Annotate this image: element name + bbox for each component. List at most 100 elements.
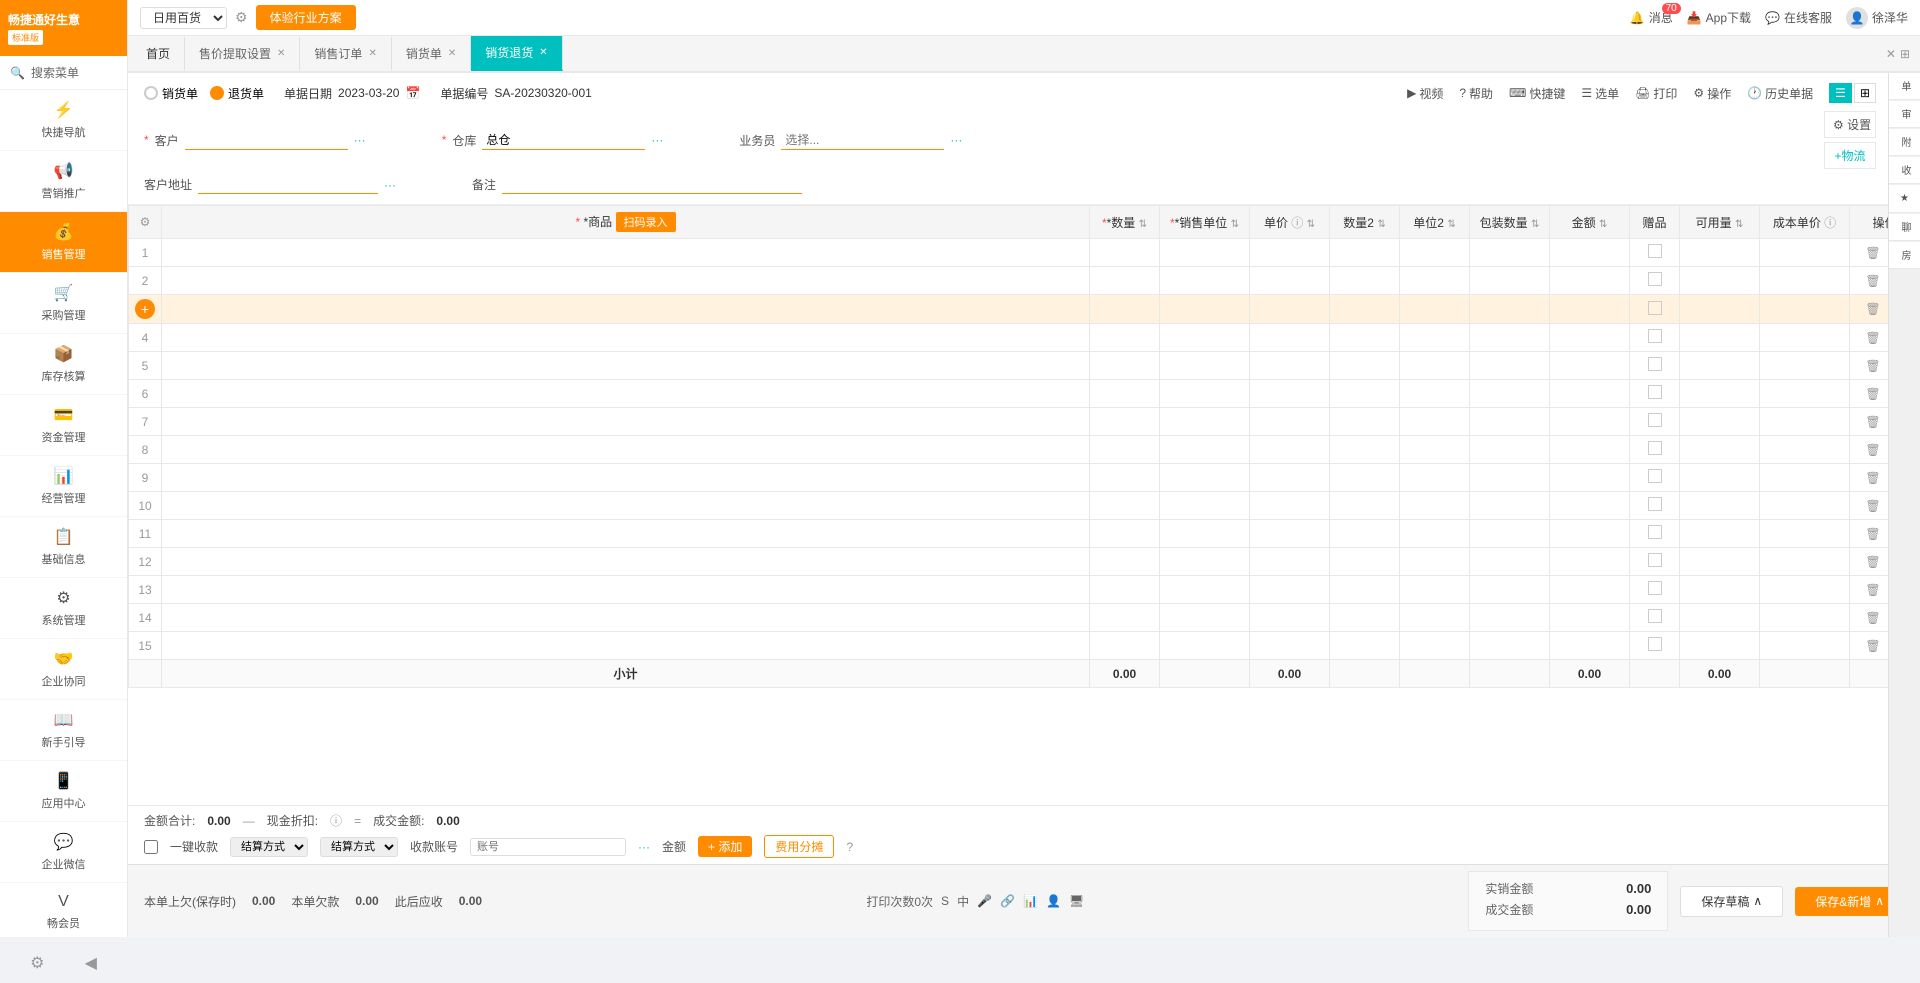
sidebar-item-sales[interactable]: 💰 销售管理 xyxy=(0,212,127,273)
gift-checkbox-12[interactable] xyxy=(1648,553,1662,567)
sidebar-item-enterprise[interactable]: 🤝 企业协同 xyxy=(0,639,127,700)
gift-checkbox-10[interactable] xyxy=(1648,497,1662,511)
quantity-sort-icon[interactable]: ⇅ xyxy=(1139,219,1147,230)
scan-input-btn[interactable]: 扫码录入 xyxy=(616,212,676,232)
gift-cell-3[interactable] xyxy=(1630,295,1680,324)
col-settings-icon[interactable]: ⚙ xyxy=(140,215,151,229)
select-btn[interactable]: ☰ 选单 xyxy=(1581,85,1619,102)
notification-bell[interactable]: 🔔 70 消息 xyxy=(1630,9,1673,26)
gift-checkbox-11[interactable] xyxy=(1648,525,1662,539)
operate-btn[interactable]: ⚙ 操作 xyxy=(1693,85,1731,102)
delete-icon-11[interactable]: 🗑 xyxy=(1865,527,1880,541)
quantity2-cell-1[interactable] xyxy=(1330,239,1400,267)
delete-icon-14[interactable]: 🗑 xyxy=(1865,611,1880,625)
toolbar-icon-1[interactable]: S xyxy=(941,894,949,908)
gift-checkbox-5[interactable] xyxy=(1648,357,1662,371)
gift-checkbox-2[interactable] xyxy=(1648,272,1662,286)
save-draft-btn[interactable]: 保存草稿 ∧ xyxy=(1680,886,1783,917)
pack-qty-cell-3[interactable] xyxy=(1470,295,1550,324)
quantity-cell-1[interactable] xyxy=(1090,239,1160,267)
unit2-sort-icon[interactable]: ⇅ xyxy=(1447,219,1455,230)
toolbar-icon-5[interactable]: 📊 xyxy=(1023,894,1038,908)
delete-icon-10[interactable]: 🗑 xyxy=(1865,499,1880,513)
calendar-icon[interactable]: 📅 xyxy=(405,86,420,100)
product-input-3[interactable] xyxy=(168,302,1083,316)
customer-input[interactable] xyxy=(185,131,348,150)
sidebar-item-marketing[interactable]: 📢 营销推广 xyxy=(0,151,127,212)
tab-sales-delivery-close[interactable]: ✕ xyxy=(448,48,456,59)
radio-return[interactable]: 退货单 xyxy=(210,85,264,102)
topbar-gear-icon[interactable]: ⚙ xyxy=(235,9,248,26)
delete-icon-3[interactable]: 🗑 xyxy=(1865,302,1880,316)
one-key-collect-checkbox[interactable] xyxy=(144,840,158,854)
sidebar-item-guide[interactable]: 📖 新手引导 xyxy=(0,700,127,761)
pack-qty-cell-1[interactable] xyxy=(1470,239,1550,267)
collapse-icon[interactable]: ◀ xyxy=(85,953,97,973)
tab-sales-delivery[interactable]: 销货单 ✕ xyxy=(392,37,471,70)
product-cell-2[interactable] xyxy=(162,267,1090,295)
toolbar-icon-6[interactable]: 👤 xyxy=(1046,894,1061,908)
history-btn[interactable]: 🕐 历史单据 xyxy=(1747,85,1813,102)
delete-icon-6[interactable]: 🗑 xyxy=(1865,387,1880,401)
gift-cell-2[interactable] xyxy=(1630,267,1680,295)
tab-close-all-icon[interactable]: ✕ xyxy=(1886,47,1896,61)
account-dots[interactable]: ··· xyxy=(638,840,650,854)
add-row-btn[interactable]: + xyxy=(135,299,155,319)
gift-checkbox-14[interactable] xyxy=(1648,609,1662,623)
pack-qty-cell-2[interactable] xyxy=(1470,267,1550,295)
app-download-btn[interactable]: 📥 App下载 xyxy=(1687,9,1751,26)
right-sidebar-btn-review[interactable]: 审 xyxy=(1889,101,1920,128)
quantity2-sort-icon[interactable]: ⇅ xyxy=(1377,219,1385,230)
toolbar-icon-3[interactable]: 🎤 xyxy=(977,894,992,908)
sales-unit-cell-3[interactable] xyxy=(1160,295,1250,324)
right-sidebar-btn-house[interactable]: 房 xyxy=(1889,242,1920,269)
right-sidebar-btn-chat[interactable]: 聊 xyxy=(1889,214,1920,241)
tab-sales-order[interactable]: 销售订单 ✕ xyxy=(300,37,391,70)
logistics-side-btn[interactable]: +物流 xyxy=(1824,142,1876,169)
gift-checkbox-3[interactable] xyxy=(1648,301,1662,315)
help-btn[interactable]: ? 帮助 xyxy=(1459,85,1493,102)
tab-sales-return[interactable]: 销货退货 ✕ xyxy=(471,36,562,71)
amount-cell-3[interactable] xyxy=(1550,295,1630,324)
tab-sales-order-close[interactable]: ✕ xyxy=(368,48,376,59)
fee-split-btn[interactable]: 费用分摊 xyxy=(764,835,834,858)
grid-view-btn[interactable]: ⊞ xyxy=(1854,83,1876,103)
delete-icon-13[interactable]: 🗑 xyxy=(1865,583,1880,597)
warehouse-input[interactable] xyxy=(482,131,645,150)
unit-price-cell-3[interactable] xyxy=(1250,295,1330,324)
toolbar-icon-2[interactable]: 中 xyxy=(957,893,969,910)
account-input[interactable] xyxy=(470,838,626,856)
fee-info-icon[interactable]: ? xyxy=(846,840,853,854)
sales-unit-cell-1[interactable] xyxy=(1160,239,1250,267)
gift-checkbox-7[interactable] xyxy=(1648,413,1662,427)
delete-icon-8[interactable]: 🗑 xyxy=(1865,443,1880,457)
sidebar-item-enterprise-wechat[interactable]: 💬 企业微信 xyxy=(0,822,127,883)
cost-price-cell-2[interactable] xyxy=(1760,267,1850,295)
amount-cell-2[interactable] xyxy=(1550,267,1630,295)
delete-icon-15[interactable]: 🗑 xyxy=(1865,639,1880,653)
gift-checkbox-1[interactable] xyxy=(1648,244,1662,258)
settings-bottom-icon[interactable]: ⚙ xyxy=(30,953,44,973)
settings-side-btn[interactable]: ⚙ 设置 xyxy=(1824,111,1876,138)
customer-dots-btn[interactable]: ··· xyxy=(354,133,366,147)
right-sidebar-btn-attach[interactable]: 附 xyxy=(1889,129,1920,156)
user-profile[interactable]: 👤 徐泽华 xyxy=(1846,7,1908,29)
tab-home[interactable]: 首页 xyxy=(132,37,185,70)
sidebar-item-operations[interactable]: 📊 经营管理 xyxy=(0,456,127,517)
sidebar-item-inventory[interactable]: 📦 库存核算 xyxy=(0,334,127,395)
gift-checkbox-9[interactable] xyxy=(1648,469,1662,483)
sidebar-item-system[interactable]: ⚙ 系统管理 xyxy=(0,578,127,639)
available-cell-3[interactable] xyxy=(1680,295,1760,324)
amount-cell-1[interactable] xyxy=(1550,239,1630,267)
gift-checkbox-15[interactable] xyxy=(1648,637,1662,651)
delete-icon-12[interactable]: 🗑 xyxy=(1865,555,1880,569)
tab-sales-return-close[interactable]: ✕ xyxy=(539,47,547,58)
unit-price-cell-1[interactable] xyxy=(1250,239,1330,267)
amount-sort-icon[interactable]: ⇅ xyxy=(1599,219,1607,230)
calc-method-select[interactable]: 结算方式 xyxy=(320,837,398,857)
unit2-cell-1[interactable] xyxy=(1400,239,1470,267)
delete-icon-9[interactable]: 🗑 xyxy=(1865,471,1880,485)
unit-price-cell-2[interactable] xyxy=(1250,267,1330,295)
quantity-cell-2[interactable] xyxy=(1090,267,1160,295)
unit2-cell-3[interactable] xyxy=(1400,295,1470,324)
